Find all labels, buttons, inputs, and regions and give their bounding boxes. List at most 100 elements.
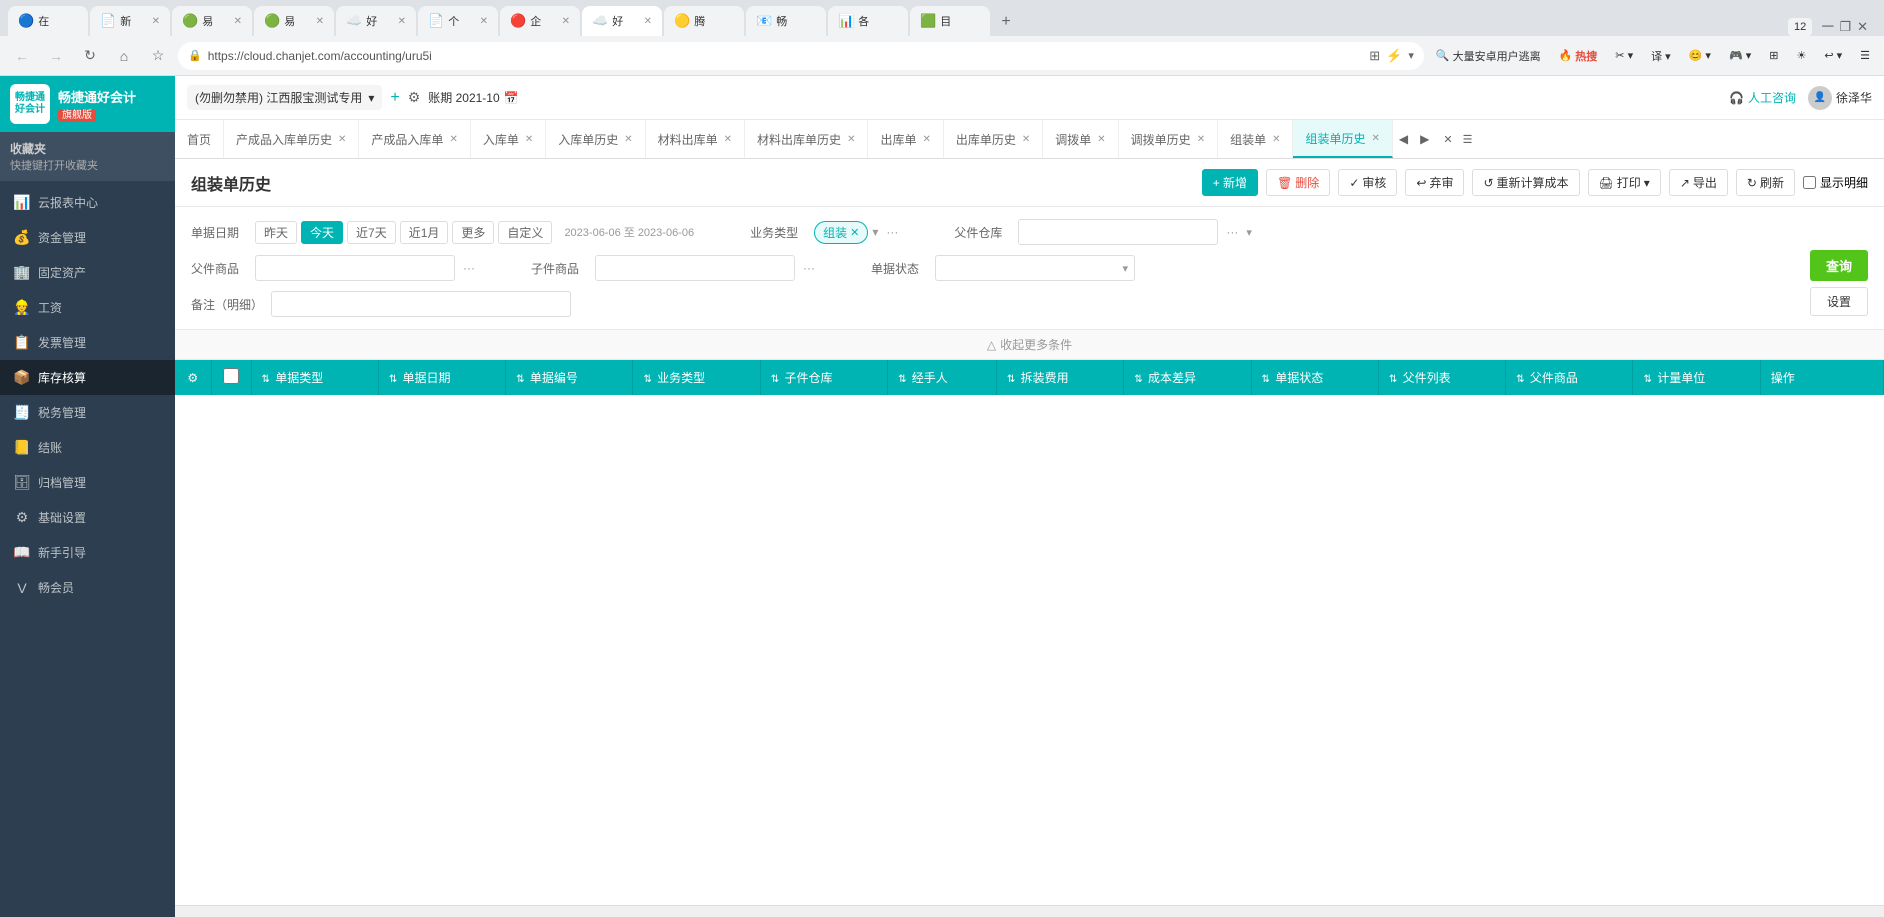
tab-close-4[interactable]: ✕ xyxy=(398,16,406,27)
browser-tab-9[interactable]: 📧 畅 xyxy=(746,6,826,36)
table-checkbox-header[interactable] xyxy=(211,360,251,395)
date-more[interactable]: 更多 xyxy=(452,221,494,244)
parent-warehouse-more[interactable]: ··· xyxy=(1226,225,1238,239)
nav-tab-assembly[interactable]: 组装单 ✕ xyxy=(1218,120,1293,158)
new-btn[interactable]: + 新增 xyxy=(1202,169,1258,196)
translate-action[interactable]: 译 ▾ xyxy=(1645,45,1677,67)
address-bar[interactable]: 🔒 https://cloud.chanjet.com/accounting/u… xyxy=(178,42,1424,70)
th-parent-list[interactable]: ⇅ 父件列表 xyxy=(1378,360,1505,395)
service-btn[interactable]: 🎧 人工咨询 xyxy=(1729,89,1796,106)
brightness-action[interactable]: ☀ xyxy=(1790,46,1812,65)
browser-tab-0[interactable]: 🔵 在 xyxy=(8,6,88,36)
select-all-checkbox[interactable] xyxy=(223,368,239,384)
parent-goods-input[interactable] xyxy=(255,255,455,281)
sidebar-bookmark[interactable]: 收藏夹 快捷键打开收藏夹 xyxy=(0,132,175,181)
home-btn[interactable]: ⌂ xyxy=(110,42,138,70)
horizontal-scrollbar[interactable] xyxy=(175,905,1884,917)
cut-action[interactable]: ✂ ▾ xyxy=(1609,46,1639,65)
sidebar-item-closing[interactable]: 📒 结账 xyxy=(0,430,175,465)
nav-tab-inbound-history-close[interactable]: ✕ xyxy=(624,134,632,145)
nav-tab-outbound[interactable]: 出库单 ✕ xyxy=(868,120,943,158)
nav-tab-produced-close[interactable]: ✕ xyxy=(449,134,457,145)
collapse-bar[interactable]: △ 收起更多条件 xyxy=(175,330,1884,360)
tab-close-1[interactable]: ✕ xyxy=(152,16,160,27)
bookmark-btn[interactable]: ☆ xyxy=(144,42,172,70)
th-disassembly-cost[interactable]: ⇅ 拆装费用 xyxy=(996,360,1123,395)
settings-query-btn[interactable]: 设置 xyxy=(1810,287,1868,316)
business-type-more[interactable]: ··· xyxy=(886,225,898,239)
th-bill-status[interactable]: ⇅ 单据状态 xyxy=(1251,360,1378,395)
query-btn[interactable]: 查询 xyxy=(1810,250,1868,281)
refresh-btn[interactable]: ↻ 刷新 xyxy=(1736,169,1795,196)
th-unit[interactable]: ⇅ 计量单位 xyxy=(1633,360,1760,395)
tab-close-5[interactable]: ✕ xyxy=(480,16,488,27)
minimize-btn[interactable]: ─ xyxy=(1822,18,1833,36)
nav-tab-transfer-history-close[interactable]: ✕ xyxy=(1197,134,1205,145)
nav-tab-outbound-history-close[interactable]: ✕ xyxy=(1022,134,1030,145)
nav-tab-produced-history-close[interactable]: ✕ xyxy=(338,134,346,145)
refresh-browser-btn[interactable]: ↻ xyxy=(76,42,104,70)
forward-btn[interactable]: → xyxy=(42,42,70,70)
nav-tab-home[interactable]: 首页 xyxy=(175,120,224,158)
sidebar-item-funds[interactable]: 💰 资金管理 xyxy=(0,220,175,255)
th-business-type[interactable]: ⇅ 业务类型 xyxy=(633,360,760,395)
undo-action[interactable]: ↩ ▾ xyxy=(1818,46,1848,65)
browser-tab-2[interactable]: 🟢 易 ✕ xyxy=(172,6,252,36)
sidebar-item-assets[interactable]: 🏢 固定资产 xyxy=(0,255,175,290)
search-action[interactable]: 🔍 大量安卓用户逃离 xyxy=(1430,45,1547,67)
nav-tab-material-out-history[interactable]: 材料出库单历史 ✕ xyxy=(745,120,868,158)
company-selector[interactable]: (勿删勿禁用) 江西服宝测试专用 ▾ xyxy=(187,85,382,110)
child-goods-input[interactable] xyxy=(595,255,795,281)
nav-tab-material-out-history-close[interactable]: ✕ xyxy=(847,134,855,145)
address-dropdown-icon[interactable]: ▾ xyxy=(1408,49,1414,62)
parent-warehouse-dropdown[interactable]: ▾ xyxy=(1246,226,1252,239)
sidebar-item-tax[interactable]: 🧾 税务管理 xyxy=(0,395,175,430)
grid-action[interactable]: ⊞ xyxy=(1763,46,1784,65)
browser-tab-4[interactable]: ☁️ 好 ✕ xyxy=(336,6,416,36)
nav-tab-assembly-close[interactable]: ✕ xyxy=(1272,134,1280,145)
delete-btn[interactable]: 🗑 删除 xyxy=(1266,169,1330,196)
browser-tab-1[interactable]: 📄 新 ✕ xyxy=(90,6,170,36)
child-goods-more[interactable]: ··· xyxy=(803,261,815,275)
export-btn[interactable]: ↗ 导出 xyxy=(1669,169,1728,196)
date-7days[interactable]: 近7天 xyxy=(347,221,396,244)
date-1month[interactable]: 近1月 xyxy=(400,221,449,244)
th-bill-no[interactable]: ⇅ 单据编号 xyxy=(506,360,633,395)
add-company-btn[interactable]: + xyxy=(390,89,399,107)
company-settings-icon[interactable]: ⚙ xyxy=(408,89,421,106)
sidebar-item-settings[interactable]: ⚙ 基础设置 xyxy=(0,500,175,535)
date-today[interactable]: 今天 xyxy=(301,221,343,244)
business-type-dropdown[interactable]: ▾ xyxy=(872,225,878,239)
menu-action[interactable]: ☰ xyxy=(1854,46,1876,65)
th-parent-goods[interactable]: ⇅ 父件商品 xyxy=(1506,360,1633,395)
review-btn[interactable]: ✓ 审核 xyxy=(1338,169,1397,196)
parent-warehouse-input[interactable] xyxy=(1018,219,1218,245)
nav-tab-transfer[interactable]: 调拨单 ✕ xyxy=(1043,120,1118,158)
nav-tab-outbound-history[interactable]: 出库单历史 ✕ xyxy=(944,120,1043,158)
bill-status-select[interactable]: ▾ xyxy=(935,255,1135,281)
nav-tab-inbound-history[interactable]: 入库单历史 ✕ xyxy=(546,120,645,158)
print-btn[interactable]: 🖨 打印 ▾ xyxy=(1588,169,1661,196)
tab-nav-right[interactable]: ▶ xyxy=(1414,124,1435,154)
recalculate-btn[interactable]: ↺ 重新计算成本 xyxy=(1472,169,1579,196)
emoji-action[interactable]: 😊 ▾ xyxy=(1683,46,1717,65)
th-bill-date[interactable]: ⇅ 单据日期 xyxy=(378,360,505,395)
tab-close-3[interactable]: ✕ xyxy=(316,16,324,27)
user-menu[interactable]: 👤 徐泽华 xyxy=(1808,86,1872,110)
sidebar-item-inventory[interactable]: 📦 库存核算 xyxy=(0,360,175,395)
th-handler[interactable]: ⇅ 经手人 xyxy=(888,360,997,395)
nav-tab-produced[interactable]: 产成品入库单 ✕ xyxy=(359,120,470,158)
nav-tab-material-out[interactable]: 材料出库单 ✕ xyxy=(646,120,745,158)
tab-nav-left[interactable]: ◀ xyxy=(1393,124,1414,154)
date-yesterday[interactable]: 昨天 xyxy=(255,221,297,244)
nav-tab-produced-history[interactable]: 产成品入库单历史 ✕ xyxy=(224,120,359,158)
tab-close-6[interactable]: ✕ xyxy=(562,16,570,27)
th-cost-diff[interactable]: ⇅ 成本差异 xyxy=(1124,360,1251,395)
nav-tab-inbound-close[interactable]: ✕ xyxy=(525,134,533,145)
table-settings-header[interactable]: ⚙ xyxy=(175,360,211,395)
browser-tab-6[interactable]: 🔴 企 ✕ xyxy=(500,6,580,36)
sidebar-item-reports[interactable]: 📊 云报表中心 xyxy=(0,185,175,220)
new-tab-btn[interactable]: + xyxy=(992,8,1020,36)
th-bill-type[interactable]: ⇅ 单据类型 xyxy=(251,360,378,395)
sidebar-item-invoices[interactable]: 📋 发票管理 xyxy=(0,325,175,360)
